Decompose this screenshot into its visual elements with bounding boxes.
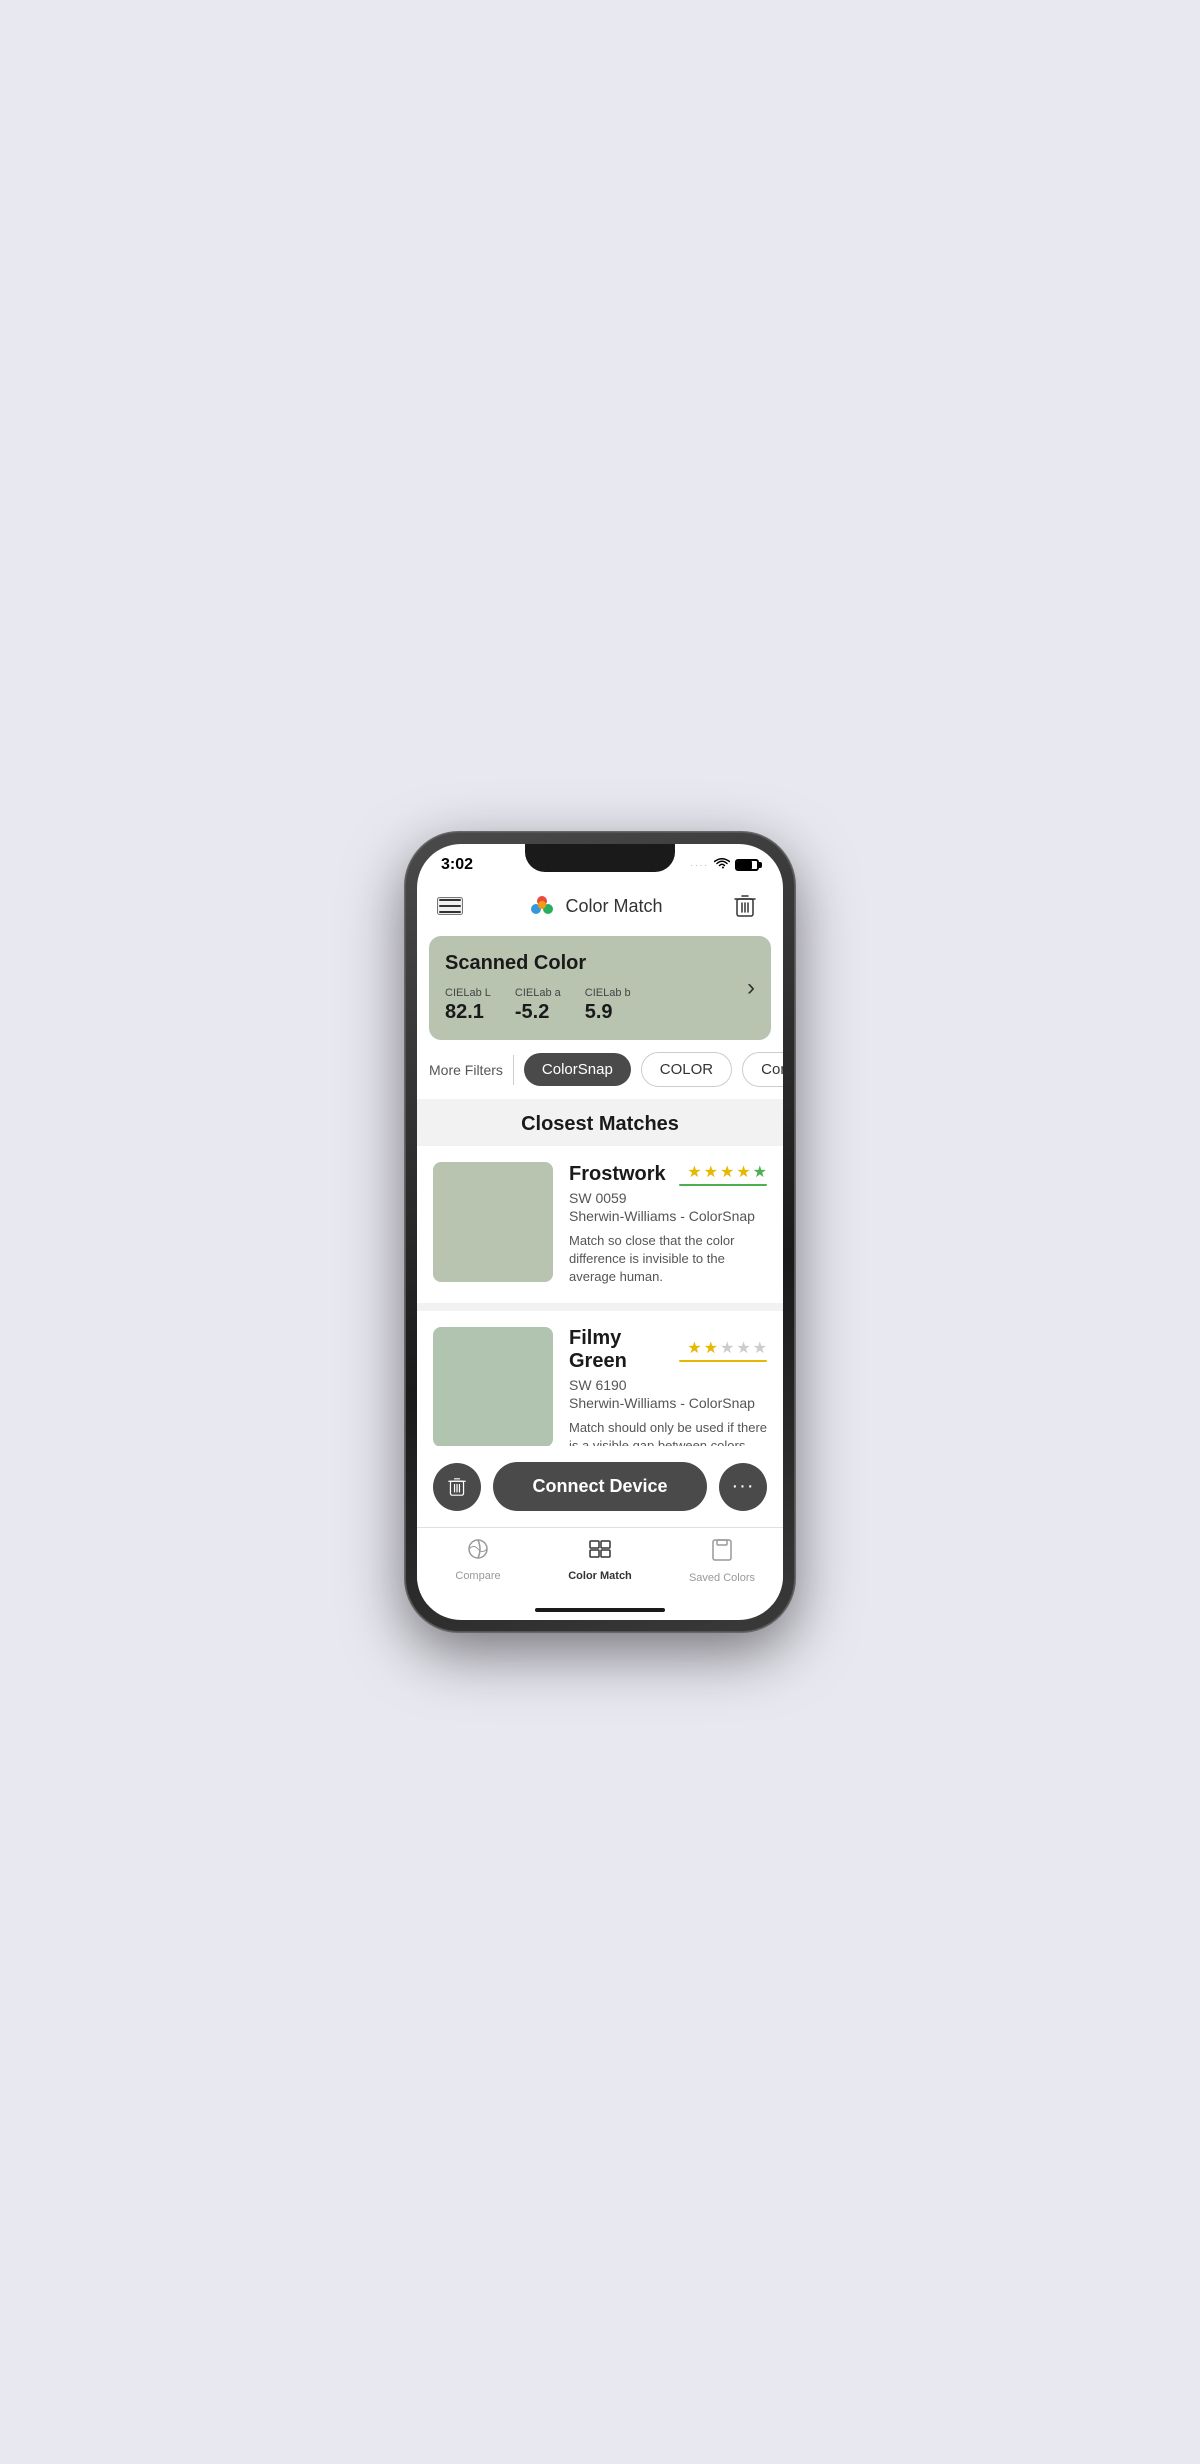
saved-colors-icon bbox=[711, 1538, 733, 1568]
match-card-frostwork[interactable]: Frostwork ★ ★ ★ ★ ★ SW 0059 bbox=[417, 1146, 783, 1303]
lab-b-value: 5.9 bbox=[585, 1001, 613, 1023]
nav-compare-label: Compare bbox=[455, 1570, 500, 1582]
filmy-green-stars: ★ ★ ★ ★ ★ bbox=[687, 1338, 767, 1358]
filmy-green-description: Match should only be used if there is a … bbox=[569, 1419, 767, 1446]
connect-trash-button[interactable] bbox=[433, 1463, 481, 1511]
hamburger-line-1 bbox=[439, 899, 461, 901]
filmy-green-info: Filmy Green ★ ★ ★ ★ ★ SW 619 bbox=[569, 1327, 767, 1446]
closest-matches-header: Closest Matches bbox=[417, 1099, 783, 1146]
filmy-green-code: SW 6190 bbox=[569, 1377, 767, 1393]
filters-label: More Filters bbox=[429, 1062, 503, 1078]
app-title-container: Color Match bbox=[527, 891, 662, 921]
connect-device-button[interactable]: Connect Device bbox=[493, 1462, 707, 1511]
filmy-green-star-underline bbox=[679, 1360, 767, 1362]
bottom-navigation: Compare Color Match bbox=[417, 1527, 783, 1604]
frostwork-name: Frostwork bbox=[569, 1163, 666, 1186]
nav-color-match[interactable]: Color Match bbox=[539, 1538, 661, 1584]
nav-saved-colors-label: Saved Colors bbox=[689, 1572, 755, 1584]
scanned-color-title: Scanned Color bbox=[445, 952, 747, 975]
frostwork-info: Frostwork ★ ★ ★ ★ ★ SW 0059 bbox=[569, 1162, 767, 1287]
scanned-color-section[interactable]: Scanned Color CIELab L 82.1 CIELab a -5.… bbox=[429, 936, 771, 1040]
filter-colorsnap-button[interactable]: ColorSnap bbox=[524, 1053, 631, 1086]
hamburger-line-2 bbox=[439, 905, 461, 907]
more-options-button[interactable]: ··· bbox=[719, 1463, 767, 1511]
signal-icon: ···· bbox=[690, 861, 709, 870]
lab-a-label: CIELab a bbox=[515, 987, 561, 999]
app-title-text: Color Match bbox=[565, 896, 662, 917]
frostwork-name-row: Frostwork ★ ★ ★ ★ ★ bbox=[569, 1162, 767, 1186]
star-2: ★ bbox=[704, 1162, 718, 1182]
fg-star-5: ★ bbox=[753, 1338, 767, 1358]
connect-trash-icon bbox=[448, 1477, 466, 1497]
fg-star-4: ★ bbox=[736, 1338, 750, 1358]
connect-device-overlay: Connect Device ··· bbox=[417, 1446, 783, 1527]
lab-b-label: CIELab b bbox=[585, 987, 631, 999]
battery-fill bbox=[737, 861, 752, 869]
filmy-green-name-row: Filmy Green ★ ★ ★ ★ ★ bbox=[569, 1327, 767, 1373]
header-trash-button[interactable] bbox=[727, 888, 763, 924]
frostwork-brand: Sherwin-Williams - ColorSnap bbox=[569, 1208, 767, 1224]
frostwork-stars: ★ ★ ★ ★ ★ bbox=[687, 1162, 767, 1182]
frostwork-stars-row: ★ ★ ★ ★ ★ bbox=[679, 1162, 767, 1186]
nav-compare[interactable]: Compare bbox=[417, 1538, 539, 1584]
match-card-filmy-green[interactable]: Filmy Green ★ ★ ★ ★ ★ SW 619 bbox=[417, 1311, 783, 1446]
notch bbox=[525, 844, 675, 872]
status-time: 3:02 bbox=[441, 856, 473, 874]
scanned-chevron-right-icon: › bbox=[747, 974, 755, 1002]
fg-star-1: ★ bbox=[687, 1338, 701, 1358]
fg-star-2: ★ bbox=[704, 1338, 718, 1358]
lab-l-item: CIELab L 82.1 bbox=[445, 987, 491, 1024]
frostwork-code: SW 0059 bbox=[569, 1190, 767, 1206]
nav-saved-colors[interactable]: Saved Colors bbox=[661, 1538, 783, 1584]
filmy-green-swatch bbox=[433, 1327, 553, 1446]
filmy-green-stars-row: ★ ★ ★ ★ ★ bbox=[679, 1338, 767, 1362]
trash-icon bbox=[734, 894, 756, 918]
filter-divider bbox=[513, 1055, 514, 1085]
phone-screen: 3:02 ···· bbox=[417, 844, 783, 1620]
frostwork-swatch bbox=[433, 1162, 553, 1282]
filters-section: More Filters ColorSnap COLOR Concepts bbox=[417, 1040, 783, 1099]
filter-color-button[interactable]: COLOR bbox=[641, 1052, 732, 1087]
lab-a-item: CIELab a -5.2 bbox=[515, 987, 561, 1024]
wifi-icon bbox=[714, 858, 730, 873]
frostwork-description: Match so close that the color difference… bbox=[569, 1232, 767, 1287]
star-3: ★ bbox=[720, 1162, 734, 1182]
matches-scroll-area[interactable]: Frostwork ★ ★ ★ ★ ★ SW 0059 bbox=[417, 1146, 783, 1446]
lab-l-value: 82.1 bbox=[445, 1001, 484, 1023]
scanned-values-row: CIELab L 82.1 CIELab a -5.2 CIELab b 5.9 bbox=[445, 987, 747, 1024]
home-indicator bbox=[535, 1608, 665, 1612]
fg-star-3: ★ bbox=[720, 1338, 734, 1358]
compare-icon bbox=[466, 1538, 490, 1566]
nav-color-match-label: Color Match bbox=[568, 1570, 632, 1582]
lab-a-value: -5.2 bbox=[515, 1001, 549, 1023]
hamburger-button[interactable] bbox=[437, 897, 463, 915]
filmy-green-name: Filmy Green bbox=[569, 1327, 679, 1373]
app-header: Color Match bbox=[417, 880, 783, 936]
status-icons: ···· bbox=[690, 858, 759, 873]
star-4: ★ bbox=[736, 1162, 750, 1182]
hamburger-line-3 bbox=[439, 911, 461, 913]
star-1: ★ bbox=[687, 1162, 701, 1182]
battery-icon bbox=[735, 859, 759, 871]
frostwork-star-underline bbox=[679, 1184, 767, 1186]
star-5: ★ bbox=[753, 1162, 767, 1182]
filmy-green-brand: Sherwin-Williams - ColorSnap bbox=[569, 1395, 767, 1411]
color-match-icon bbox=[588, 1538, 612, 1566]
scanned-color-info: Scanned Color CIELab L 82.1 CIELab a -5.… bbox=[445, 952, 747, 1024]
phone-frame: 3:02 ···· bbox=[405, 832, 795, 1632]
app-logo-icon bbox=[527, 891, 557, 921]
lab-b-item: CIELab b 5.9 bbox=[585, 987, 631, 1024]
more-dots-icon: ··· bbox=[732, 1475, 755, 1498]
filter-concepts-button[interactable]: Concepts bbox=[742, 1052, 783, 1087]
lab-l-label: CIELab L bbox=[445, 987, 491, 999]
